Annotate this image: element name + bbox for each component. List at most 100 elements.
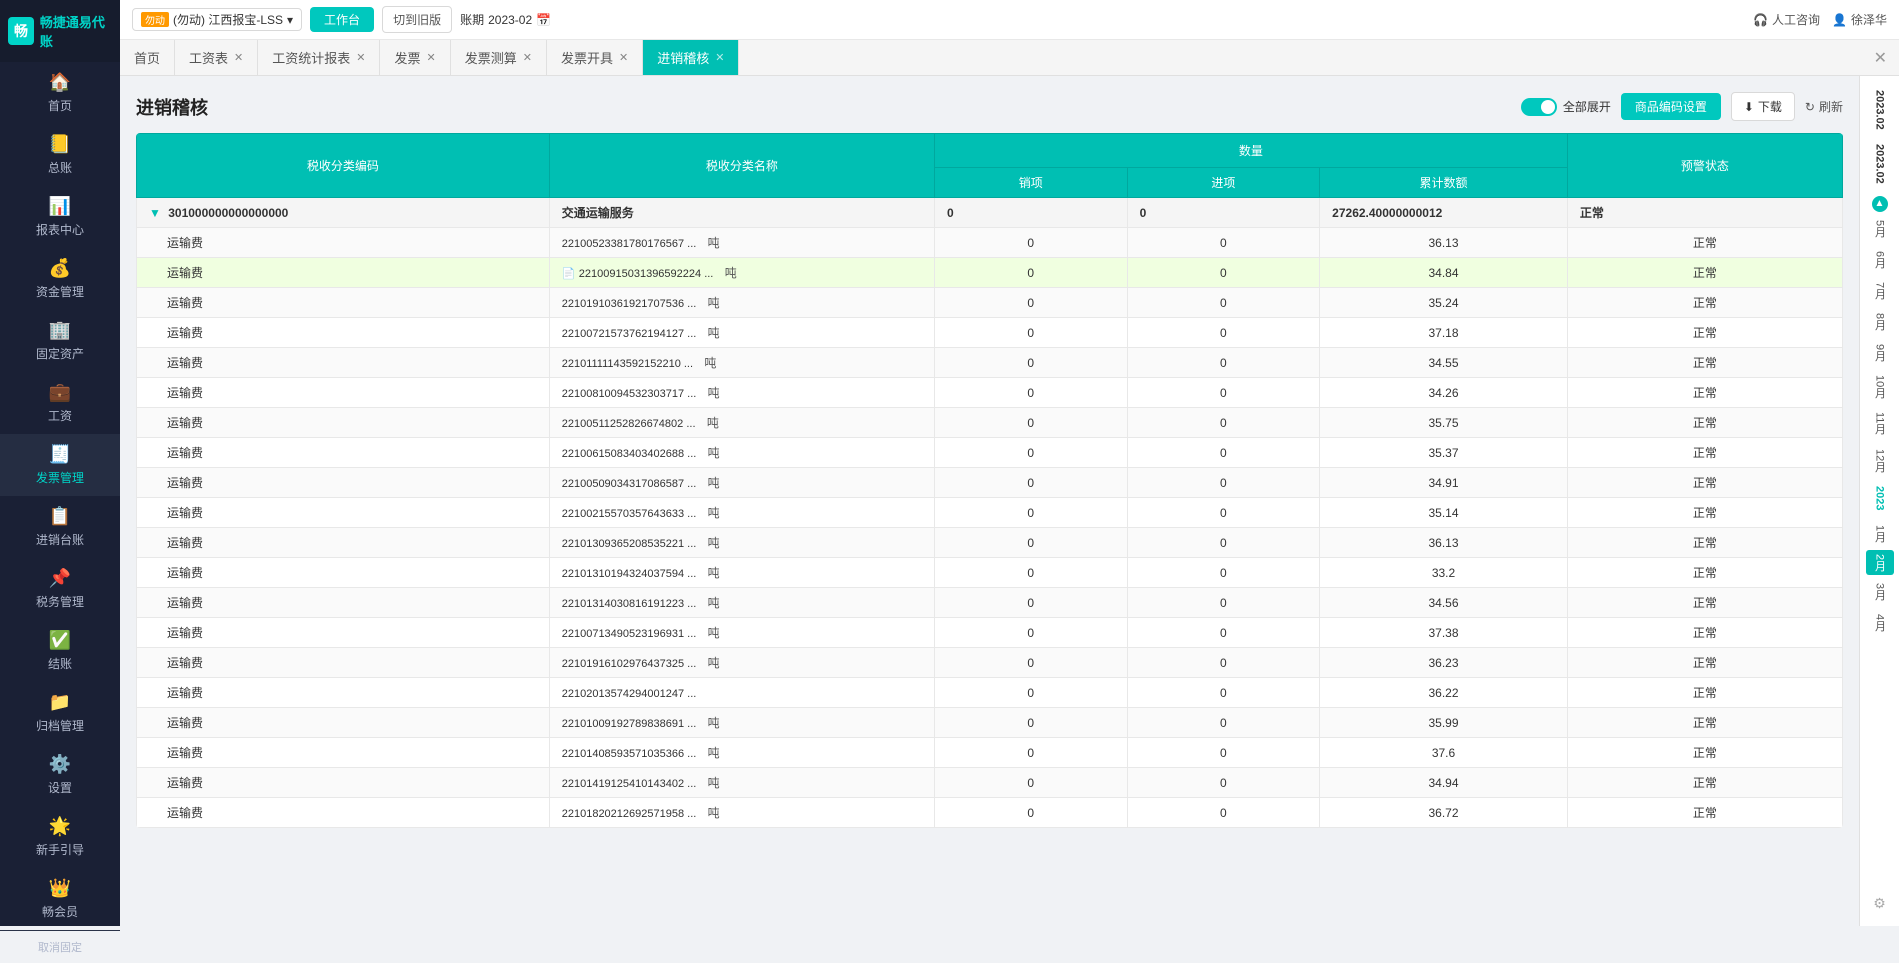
user-menu[interactable]: 👤 徐泽华 [1832,11,1887,28]
invoice-num-cell: 22100810094532303717 ... 吨 [549,378,934,408]
expand-row-icon[interactable]: ▼ [149,206,161,220]
invoice-num-cell: 22100511252826674802 ... 吨 [549,408,934,438]
company-selector[interactable]: 勿动 (勿动) 江西报宝-LSS ▾ [132,8,302,31]
purchase-cell: 0 [1127,498,1320,528]
right-panel-year-2023-02-top[interactable]: 2023.02 [1870,84,1890,136]
unit-cell: 吨 [708,326,720,340]
right-panel-month-11[interactable]: 11月 [1868,406,1892,440]
sidebar-item-label: 畅会员 [42,903,78,920]
group-cumulative-cell: 27262.40000000012 [1320,198,1568,228]
right-panel-month-8[interactable]: 8月 [1868,307,1892,336]
unit-cell: 吨 [708,566,720,580]
right-panel-settings[interactable]: ⚙ [1867,889,1892,918]
unpin-button[interactable]: 取消固定 [0,930,120,963]
invoice-number: 22101310194324037594 ... [562,568,697,580]
right-panel-expand[interactable]: ▲ [1872,196,1888,212]
unit-cell: 吨 [708,536,720,550]
tab-close-invoice-open[interactable]: ✕ [619,51,628,64]
invoice-num-cell: 22100721573762194127 ... 吨 [549,318,934,348]
download-button[interactable]: ⬇ 下载 [1731,92,1795,121]
sidebar-item-settle[interactable]: ✅ 结账 [0,620,120,682]
reports-icon: 📊 [49,196,71,217]
close-all-tabs[interactable]: ✕ [1874,48,1899,68]
right-panel-month-5[interactable]: 5月 [1868,214,1892,243]
tab-invoice-open[interactable]: 发票开具 ✕ [547,40,643,75]
sidebar-item-vip[interactable]: 👑 畅会员 [0,868,120,930]
tab-invoice[interactable]: 发票 ✕ [380,40,450,75]
right-panel-month-4[interactable]: 4月 [1868,608,1892,637]
invoice-number: 22101111143592152210 ... [562,358,693,370]
invoice-num-cell: 22100523381780176567 ... 吨 [549,228,934,258]
workspace-button[interactable]: 工作台 [310,7,374,32]
sidebar-item-settings[interactable]: ⚙️ 设置 [0,744,120,806]
sidebar-item-invoice-mgmt[interactable]: 🧾 发票管理 [0,434,120,496]
cumulative-cell: 35.14 [1320,498,1568,528]
switch-version-button[interactable]: 切到旧版 [382,6,452,33]
right-panel-month-1[interactable]: 1月 [1868,519,1892,548]
tab-close-invoice[interactable]: ✕ [427,51,436,64]
right-panel-month-9[interactable]: 9月 [1868,338,1892,367]
tab-close-reconcile[interactable]: ✕ [715,51,724,64]
sidebar-item-archive[interactable]: 📁 归档管理 [0,682,120,744]
tab-payroll-stats[interactable]: 工资统计报表 ✕ [258,40,380,75]
right-panel-month-6[interactable]: 6月 [1868,245,1892,274]
sidebar-item-ledger[interactable]: 📒 总账 [0,124,120,186]
calendar-icon[interactable]: 📅 [536,13,551,27]
col-header-tax-code: 税收分类编码 [137,134,550,198]
support-link[interactable]: 🎧 人工咨询 [1753,11,1820,28]
cumulative-cell: 35.99 [1320,708,1568,738]
tab-close-payroll[interactable]: ✕ [234,51,243,64]
cumulative-cell: 33.2 [1320,558,1568,588]
sidebar-item-purchase-sales[interactable]: 📋 进销台账 [0,496,120,558]
sidebar-item-payroll[interactable]: 💼 工资 [0,372,120,434]
right-panel-month-2-active[interactable]: 2月 [1866,550,1894,575]
sidebar-item-guide[interactable]: 🌟 新手引导 [0,806,120,868]
right-panel-year-2023-02-b[interactable]: 2023.02 [1870,138,1890,190]
tab-payroll[interactable]: 工资表 ✕ [175,40,258,75]
right-panel-month-12[interactable]: 12月 [1868,443,1892,478]
settings-button[interactable]: 商品编码设置 [1621,93,1721,120]
expand-all-toggle[interactable]: 全部展开 [1521,98,1611,116]
page-actions: 全部展开 商品编码设置 ⬇ 下载 ↻ 刷新 [1521,92,1843,121]
toggle-track[interactable] [1521,98,1557,116]
invoice-num-cell: 22102013574294001247 ... [549,678,934,708]
tab-close-payroll-stats[interactable]: ✕ [356,51,365,64]
tab-home[interactable]: 首页 [120,40,175,75]
archive-icon: 📁 [49,692,71,713]
toggle-thumb [1541,100,1555,114]
invoice-number: 22101916102976437325 ... [562,658,697,670]
right-panel-month-7[interactable]: 7月 [1868,276,1892,305]
right-panel-month-10[interactable]: 10月 [1868,369,1892,404]
right-panel-month-3[interactable]: 3月 [1868,577,1892,606]
sidebar: 畅 畅捷通易代账 🏠 首页 📒 总账 📊 报表中心 💰 资金管理 🏢 固定资产 … [0,0,120,926]
right-panel-year-2023[interactable]: 2023 [1870,480,1890,516]
reconcile-table: 税收分类编码 税收分类名称 数量 预警状态 销项 进项 累计数额 [136,133,1843,828]
sidebar-item-funds[interactable]: 💰 资金管理 [0,248,120,310]
sidebar-item-label: 发票管理 [36,469,84,486]
sidebar-item-assets[interactable]: 🏢 固定资产 [0,310,120,372]
company-badge: 勿动 [141,12,169,27]
purchase-cell: 0 [1127,528,1320,558]
table-row: 运输费 [137,348,550,378]
table-row: 运输费 [137,318,550,348]
sidebar-item-home[interactable]: 🏠 首页 [0,62,120,124]
table-row: ▼ 301000000000000000 [137,198,550,228]
invoice-num-cell: 22100615083403402688 ... 吨 [549,438,934,468]
cumulative-cell: 36.23 [1320,648,1568,678]
group-status-cell: 正常 [1567,198,1842,228]
purchase-cell: 0 [1127,438,1320,468]
tax-icon: 📌 [49,568,71,589]
sidebar-item-label: 新手引导 [36,841,84,858]
refresh-button[interactable]: ↻ 刷新 [1805,98,1843,115]
sidebar-item-reports[interactable]: 📊 报表中心 [0,186,120,248]
tab-close-invoice-calc[interactable]: ✕ [523,51,532,64]
tab-invoice-calc[interactable]: 发票测算 ✕ [451,40,547,75]
invoice-number: 22101820212692571958 ... [562,808,697,820]
purchase-cell: 0 [1127,288,1320,318]
purchase-cell: 0 [1127,348,1320,378]
cumulative-cell: 34.56 [1320,588,1568,618]
purchase-cell: 0 [1127,588,1320,618]
tab-reconcile[interactable]: 进销稽核 ✕ [643,40,739,75]
sidebar-item-tax[interactable]: 📌 税务管理 [0,558,120,620]
invoice-num-cell: 22101314030816191223 ... 吨 [549,588,934,618]
